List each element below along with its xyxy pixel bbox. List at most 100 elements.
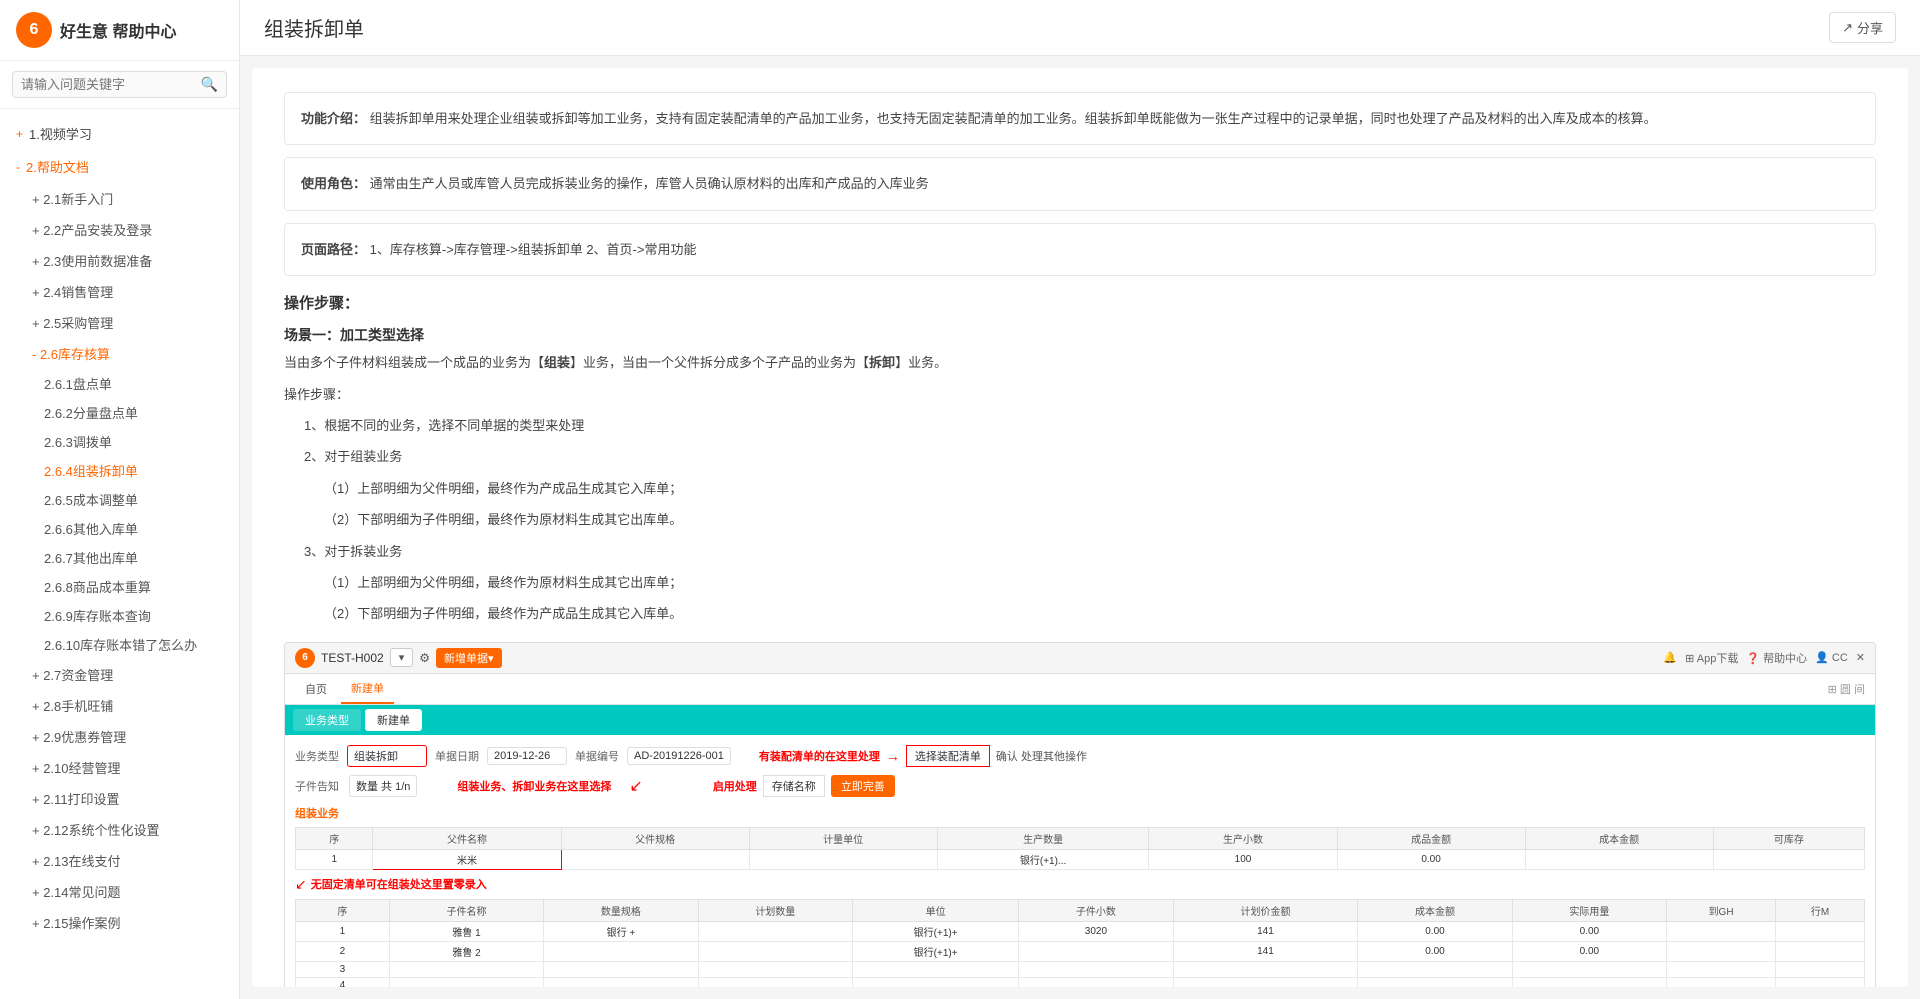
sc-enable-btn[interactable]: 存储名称 — [763, 775, 825, 797]
sidebar-item-costadj[interactable]: 2.6.5成本调整单 — [0, 485, 239, 514]
sidebar-item-finance[interactable]: + 2.7资金管理 — [0, 659, 239, 690]
sc-nav-new[interactable]: 新建单 — [341, 674, 394, 704]
expand-icon: + — [32, 854, 40, 869]
sidebar-item-docs[interactable]: - 2.帮助文档 — [0, 150, 239, 183]
sc-org-value[interactable]: 数量 共 1/n — [349, 775, 417, 797]
expand-icon: + — [32, 668, 40, 683]
sidebar-item-transfer[interactable]: 2.6.3调拨单 — [0, 427, 239, 456]
sidebar-item-accterror[interactable]: 2.6.10库存账本错了怎么办 — [0, 630, 239, 659]
annotation3-text: 启用处理 — [713, 778, 757, 794]
sidebar-item-faq[interactable]: + 2.14常见问题 — [0, 876, 239, 907]
sc-th-decimal: 子件小数 — [1019, 899, 1173, 921]
expand-icon: + — [32, 254, 40, 269]
sc-bell-icon: 🔔 — [1663, 651, 1677, 664]
sc-lower-row-4: 4 — [296, 977, 1865, 987]
expand-icon: + — [32, 699, 40, 714]
sidebar-item-partial[interactable]: 2.6.2分量盘点单 — [0, 398, 239, 427]
sc-ref-value[interactable]: AD-20191226-001 — [627, 747, 731, 765]
collapse-icon: - — [32, 347, 36, 362]
sidebar-item-costrecalc[interactable]: 2.6.8商品成本重算 — [0, 572, 239, 601]
sidebar-item-coupon[interactable]: + 2.9优惠券管理 — [0, 721, 239, 752]
sc-company: TEST-H002 — [321, 651, 384, 665]
intro-block: 功能介绍： 组装拆卸单用来处理企业组装或拆卸等加工业务，支持有固定装配清单的产品… — [284, 92, 1876, 145]
sc-nav-home[interactable]: 自页 — [295, 675, 337, 703]
sc-lower-table: 序 子件名称 数量规格 计划数量 单位 子件小数 计划价金额 成本金额 实际用量… — [295, 899, 1865, 987]
step3-sub2: （2）下部明细为子件明细，最终作为产成品生成其它入库单。 — [284, 602, 1876, 625]
sc-lower-row-3: 3 — [296, 961, 1865, 977]
sc-form-row-2: 子件告知 数量 共 1/n 组装业务、拆卸业务在这里选择 ↙ 启用处理 存储名称… — [295, 775, 1865, 797]
sc-upper-th-qty: 生产数量 — [937, 827, 1149, 849]
share-button[interactable]: ↗ 分享 — [1829, 12, 1896, 43]
sidebar-item-data[interactable]: + 2.3使用前数据准备 — [0, 245, 239, 276]
sidebar-item-stocktake[interactable]: 2.6.1盘点单 — [0, 369, 239, 398]
expand-icon: + — [32, 823, 40, 838]
sc-company-label: ▾ — [399, 651, 405, 664]
logo-area: 6 好生意 帮助中心 — [0, 0, 239, 61]
step3-sub1: （1）上部明细为父件明细，最终作为原材料生成其它出库单； — [284, 571, 1876, 594]
content-body: 功能介绍： 组装拆卸单用来处理企业组装或拆卸等加工业务，支持有固定装配清单的产品… — [252, 68, 1908, 987]
sc-th-seq: 序 — [296, 899, 390, 921]
collapse-icon: - — [16, 160, 20, 174]
sc-date-value[interactable]: 2019-12-26 — [487, 747, 567, 765]
expand-icon: + — [16, 127, 23, 141]
step2: 2、对于组装业务 — [284, 445, 1876, 468]
path-label: 页面路径： — [301, 242, 366, 257]
sidebar-item-inventory[interactable]: - 2.6库存核算 — [0, 338, 239, 369]
sc-bom-btn[interactable]: 选择装配清单 — [906, 745, 990, 767]
sidebar-item-operation[interactable]: + 2.10经营管理 — [0, 752, 239, 783]
annotation-area-3: 启用处理 存储名称 立即完善 — [713, 775, 895, 797]
sidebar-item-system[interactable]: + 2.12系统个性化设置 — [0, 814, 239, 845]
sidebar-item-video[interactable]: + 1.视频学习 — [0, 117, 239, 150]
sidebar-item-install[interactable]: + 2.2产品安装及登录 — [0, 214, 239, 245]
sc-nav-bar: 自页 新建单 ⊞ 圆 间 — [285, 674, 1875, 705]
sc-user-icon: 👤 CC — [1815, 651, 1848, 664]
sc-tab-new-inactive[interactable]: 业务类型 — [293, 709, 361, 731]
sc-th-spec: 数量规格 — [544, 899, 698, 921]
sidebar-item-otheroutward[interactable]: 2.6.7其他出库单 — [0, 543, 239, 572]
arrow-down-2: ↙ — [295, 876, 307, 893]
search-icon[interactable]: 🔍 — [201, 76, 218, 93]
sc-upper-table: 序 父件名称 父件规格 计量单位 生产数量 生产小数 成品金额 成本金额 可库存 — [295, 827, 1865, 870]
sidebar-item-onlinepay[interactable]: + 2.13在线支付 — [0, 845, 239, 876]
sc-tab-new-active[interactable]: 新建单 — [365, 709, 422, 731]
share-label: 分享 — [1857, 18, 1883, 37]
sidebar-item-purchase[interactable]: + 2.5采购管理 — [0, 307, 239, 338]
sc-save-btn[interactable]: 立即完善 — [831, 775, 895, 797]
sc-company-dropdown[interactable]: ▾ — [390, 648, 414, 667]
sidebar-item-sales[interactable]: + 2.4销售管理 — [0, 276, 239, 307]
sc-form-row-1: 业务类型 组装拆卸 单据日期 2019-12-26 单据编号 AD-201912… — [295, 745, 1865, 767]
expand-icon: + — [32, 792, 40, 807]
path-text: 页面路径： 1、库存核算->库存管理->组装拆卸单 2、首页->常用功能 — [301, 242, 696, 257]
role-text: 使用角色： 通常由生产人员或库管人员完成拆装业务的操作，库管人员确认原材料的出库… — [301, 176, 929, 191]
sc-type-value[interactable]: 组装拆卸 — [347, 745, 427, 767]
intro-label: 功能介绍： — [301, 111, 366, 126]
sidebar-item-stockquery[interactable]: 2.6.9库存账本查询 — [0, 601, 239, 630]
ops-title: 操作步骤： — [284, 292, 1876, 313]
sc-close-icon[interactable]: ✕ — [1856, 651, 1865, 664]
sidebar-item-cases[interactable]: + 2.15操作案例 — [0, 907, 239, 938]
sidebar-item-assembly[interactable]: 2.6.4组装拆卸单 — [0, 456, 239, 485]
path-block: 页面路径： 1、库存核算->库存管理->组装拆卸单 2、首页->常用功能 — [284, 223, 1876, 276]
search-box[interactable]: 🔍 — [12, 71, 227, 98]
expand-icon: + — [32, 192, 40, 207]
sc-upper-th-cost: 成品金额 — [1337, 827, 1525, 849]
sidebar-item-newbie[interactable]: + 2.1新手入门 — [0, 183, 239, 214]
sc-upper-th-decimal: 生产小数 — [1149, 827, 1337, 849]
sc-th-name: 子件名称 — [389, 899, 543, 921]
sc-upper-table-label: 组装业务 — [295, 805, 1865, 821]
sc-topbar-left: 6 TEST-H002 ▾ ⚙ 新增单据▾ — [295, 648, 502, 668]
role-block: 使用角色： 通常由生产人员或库管人员完成拆装业务的操作，库管人员确认原材料的出库… — [284, 157, 1876, 210]
sc-th-planamount: 计划价金额 — [1173, 899, 1358, 921]
sc-upper-th-amount: 成本金额 — [1525, 827, 1713, 849]
expand-icon: + — [32, 316, 40, 331]
screenshot-container: 6 TEST-H002 ▾ ⚙ 新增单据▾ 🔔 ⊞ App下载 ❓ 帮助中心 👤… — [284, 642, 1876, 987]
search-input[interactable] — [21, 77, 201, 92]
sidebar-item-mobile[interactable]: + 2.8手机旺铺 — [0, 690, 239, 721]
expand-icon: + — [32, 885, 40, 900]
sidebar-item-otherinward[interactable]: 2.6.6其他入库单 — [0, 514, 239, 543]
sc-new-doc-btn[interactable]: 新增单据▾ — [436, 648, 502, 668]
annotation2-text: 组装业务、拆卸业务在这里选择 — [457, 781, 611, 793]
sc-th-actual: 实际用量 — [1512, 899, 1666, 921]
main-area: 组装拆卸单 ↗ 分享 功能介绍： 组装拆卸单用来处理企业组装或拆卸等加工业务，支… — [240, 0, 1920, 999]
sidebar-item-print[interactable]: + 2.11打印设置 — [0, 783, 239, 814]
